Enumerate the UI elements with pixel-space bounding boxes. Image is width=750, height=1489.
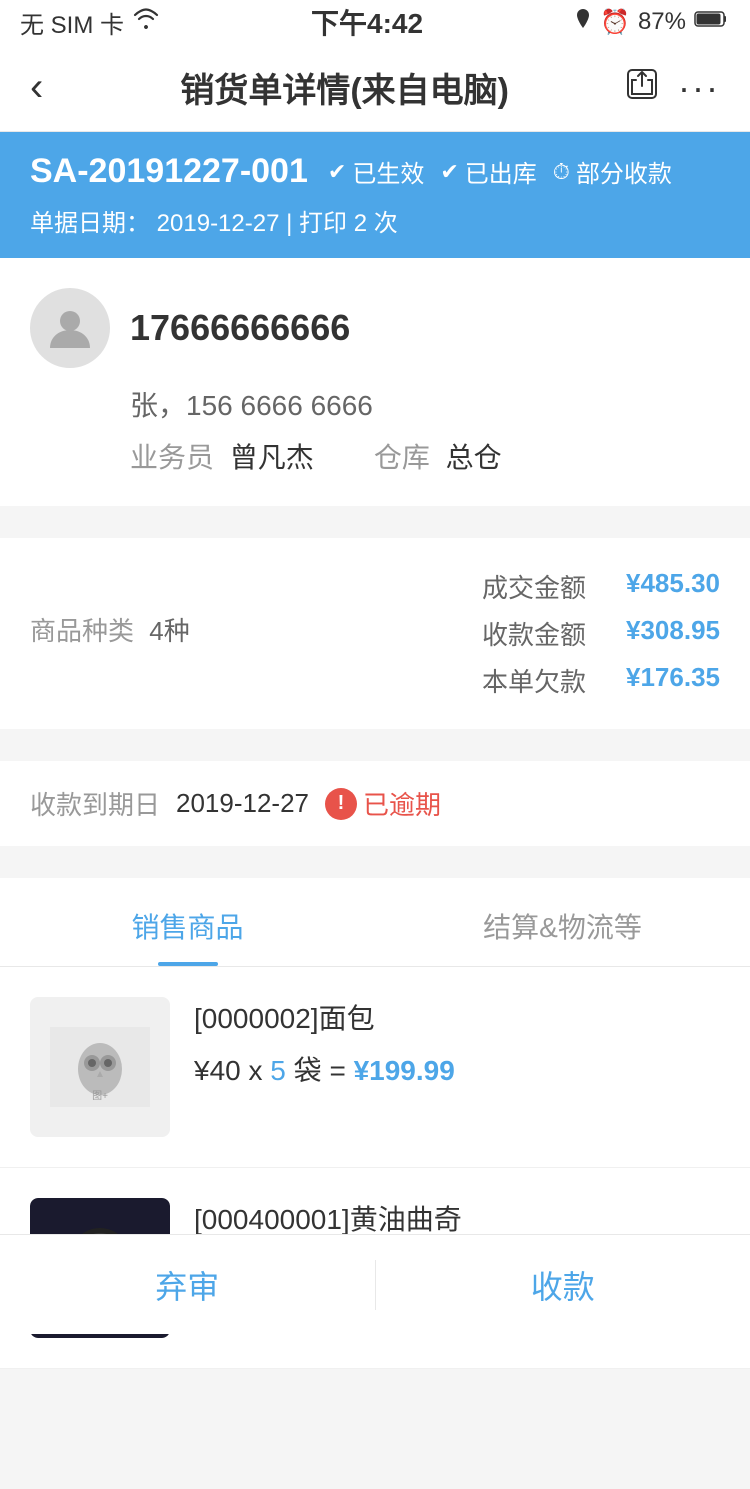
collect-payment-button[interactable]: 收款 xyxy=(376,1242,750,1328)
tab-settlement[interactable]: 结算&物流等 xyxy=(375,878,750,966)
collected-value: ¥308.95 xyxy=(626,615,720,652)
customer-phone: 17666666666 xyxy=(130,307,350,349)
sales-label: 业务员 xyxy=(130,442,214,473)
warehouse-name: 总仓 xyxy=(446,442,502,473)
carrier-text: 无 SIM 卡 xyxy=(20,5,124,40)
avatar xyxy=(30,288,110,368)
separator-1 xyxy=(0,522,750,538)
product-details-1: [0000002]面包 ¥40 x 5 袋 = ¥199.99 xyxy=(194,997,720,1089)
collected-row: 收款金额 ¥308.95 xyxy=(482,615,720,652)
status-left: 无 SIM 卡 xyxy=(20,5,160,40)
sales-info: 业务员 曾凡杰 xyxy=(130,436,314,476)
stats-right: 成交金额 ¥485.30 收款金额 ¥308.95 本单欠款 ¥176.35 xyxy=(482,568,720,699)
warehouse-info: 仓库 总仓 xyxy=(374,436,502,476)
debt-value: ¥176.35 xyxy=(626,662,720,699)
clock-icon: ⏱ xyxy=(553,159,570,185)
more-icon[interactable]: ··· xyxy=(678,67,720,109)
battery-text: 87% xyxy=(638,8,686,36)
badge-partial-paid: ⏱ 部分收款 xyxy=(553,154,672,189)
product-name-2: [000400001]黄油曲奇 xyxy=(194,1198,720,1238)
wifi-icon xyxy=(132,8,160,37)
overdue-text: 已逾期 xyxy=(363,785,441,822)
product-name-1: [0000002]面包 xyxy=(194,997,720,1037)
overdue-icon: ! xyxy=(325,788,357,820)
svg-text:图+: 图+ xyxy=(92,1090,108,1102)
order-id: SA-20191227-001 xyxy=(30,152,308,191)
check-icon-1: ✔ xyxy=(328,159,346,185)
badge-active: ✔ 已生效 xyxy=(328,154,424,189)
status-right: ⏰ 87% xyxy=(574,8,730,37)
share-icon[interactable] xyxy=(626,68,658,108)
collected-label: 收款金额 xyxy=(482,615,586,652)
product-total-1: ¥199.99 xyxy=(354,1055,455,1086)
tabs-bar: 销售商品 结算&物流等 xyxy=(0,878,750,967)
amount-row: 成交金额 ¥485.30 xyxy=(482,568,720,605)
product-image-1: 图+ xyxy=(30,997,170,1137)
order-header: SA-20191227-001 ✔ 已生效 ✔ 已出库 ⏱ 部分收款 单据日期：… xyxy=(0,132,750,258)
customer-contact: 张，156 6666 6666 xyxy=(30,384,720,424)
amount-label: 成交金额 xyxy=(482,568,586,605)
warehouse-label: 仓库 xyxy=(374,442,430,473)
overdue-badge: ! 已逾期 xyxy=(325,785,441,822)
cancel-review-button[interactable]: 弃审 xyxy=(0,1242,375,1328)
nav-actions: ··· xyxy=(626,67,720,109)
due-date-section: 收款到期日 2019-12-27 ! 已逾期 xyxy=(0,761,750,846)
page-title: 销货单详情(来自电脑) xyxy=(63,63,626,112)
status-bar: 无 SIM 卡 下午4:42 ⏰ 87% xyxy=(0,0,750,44)
amount-value: ¥485.30 xyxy=(626,568,720,605)
back-button[interactable]: ‹ xyxy=(30,65,43,110)
tab-sales-products[interactable]: 销售商品 xyxy=(0,878,375,966)
separator-3 xyxy=(0,862,750,878)
status-time: 下午4:42 xyxy=(311,2,423,42)
bottom-action-bar: 弃审 收款 xyxy=(0,1234,750,1334)
debt-label: 本单欠款 xyxy=(482,662,586,699)
check-icon-2: ✔ xyxy=(440,159,458,185)
alarm-icon: ⏰ xyxy=(600,8,630,37)
debt-row: 本单欠款 ¥176.35 xyxy=(482,662,720,699)
product-types: 商品种类 4种 xyxy=(30,611,190,648)
product-qty-1: 5 xyxy=(270,1055,286,1086)
due-date-value: 2019-12-27 xyxy=(176,788,309,819)
order-date-line: 单据日期： 2019-12-27 | 打印 2 次 xyxy=(30,203,720,238)
product-price-1: ¥40 x 5 袋 = ¥199.99 xyxy=(194,1049,720,1089)
due-date-label: 收款到期日 xyxy=(30,785,160,822)
status-badges: ✔ 已生效 ✔ 已出库 ⏱ 部分收款 xyxy=(328,154,672,189)
product-types-label: 商品种类 xyxy=(30,616,134,646)
battery-icon xyxy=(694,8,730,36)
location-icon xyxy=(574,8,592,37)
separator-2 xyxy=(0,745,750,761)
bottom-spacer xyxy=(0,1369,750,1489)
product-types-count: 4种 xyxy=(149,616,189,646)
sales-name: 曾凡杰 xyxy=(230,442,314,473)
stats-left: 商品种类 4种 xyxy=(30,611,190,656)
badge-shipped: ✔ 已出库 xyxy=(440,154,536,189)
product-item: 图+ [0000002]面包 ¥40 x 5 袋 = ¥199.99 xyxy=(0,967,750,1168)
customer-meta: 业务员 曾凡杰 仓库 总仓 xyxy=(30,436,720,476)
nav-bar: ‹ 销货单详情(来自电脑) ··· xyxy=(0,44,750,132)
stats-section: 商品种类 4种 成交金额 ¥485.30 收款金额 ¥308.95 本单欠款 ¥… xyxy=(0,538,750,729)
customer-section: 17666666666 张，156 6666 6666 业务员 曾凡杰 仓库 总… xyxy=(0,258,750,506)
